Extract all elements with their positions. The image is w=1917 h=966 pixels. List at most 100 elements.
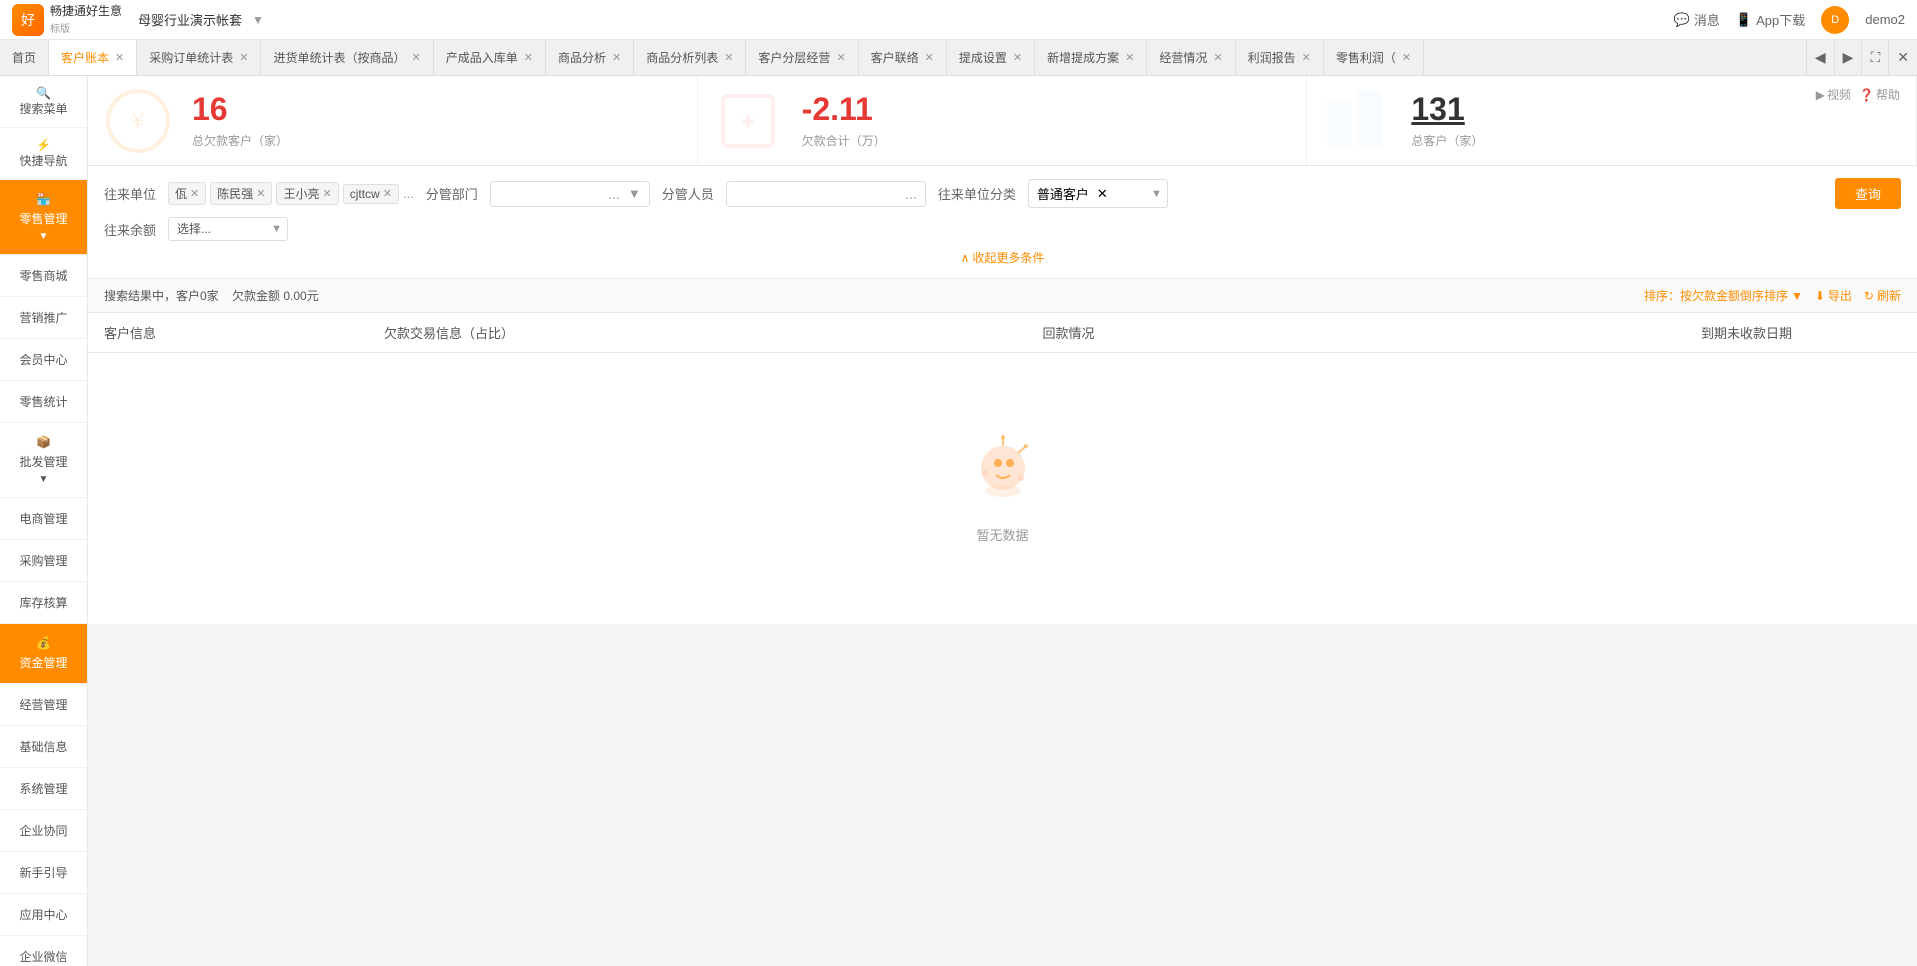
person-more-dots[interactable]: ...	[905, 186, 917, 202]
tab-product-analysis-close[interactable]: ✕	[612, 51, 621, 64]
sidebar-item-ecommerce-label: 电商管理	[19, 510, 67, 527]
help-btn[interactable]: ❓ 帮助	[1859, 86, 1900, 103]
col-due-date: 到期未收款日期	[1701, 323, 1901, 342]
tab-fullscreen-btn[interactable]: ⛶	[1861, 40, 1888, 76]
sidebar-item-retail[interactable]: 🏪 零售管理 ▼	[0, 180, 87, 255]
tab-customer-cost-close[interactable]: ✕	[115, 51, 124, 64]
message-btn[interactable]: 💬 消息	[1674, 10, 1720, 29]
tab-customer-tier-close[interactable]: ✕	[836, 51, 845, 64]
filter-tag-1[interactable]: 陈民强 ✕	[210, 182, 272, 205]
stat1-label: 总欠款客户（家）	[192, 132, 288, 149]
tab-customer-tier[interactable]: 客户分层经营 ✕	[746, 40, 858, 76]
help-icon: ❓	[1859, 88, 1874, 102]
sidebar-item-newbie-label: 新手引导	[19, 864, 67, 881]
dept-dropdown-icon: ▼	[628, 186, 641, 201]
tab-profit-report-close[interactable]: ✕	[1302, 51, 1311, 64]
filter-collapse-btn[interactable]: ∧ 收起更多条件	[961, 249, 1045, 266]
query-button[interactable]: 查询	[1835, 178, 1901, 209]
sidebar-item-finance[interactable]: 💰 资金管理	[0, 624, 87, 684]
tab-retail-profit[interactable]: 零售利润（ ✕	[1324, 40, 1424, 76]
sidebar-item-basic[interactable]: 基础信息	[0, 726, 87, 768]
category-clear[interactable]: ✕	[1097, 186, 1108, 202]
retail-arrow: ▼	[39, 231, 49, 242]
tab-product-inbound[interactable]: 产成品入库单 ✕	[434, 40, 546, 76]
tab-product-analysis[interactable]: 商品分析 ✕	[546, 40, 634, 76]
filter-tag-0-close[interactable]: ✕	[190, 187, 199, 200]
video-btn[interactable]: ▶ 视频	[1816, 86, 1851, 103]
tab-new-promote[interactable]: 新增提成方案 ✕	[1035, 40, 1147, 76]
sidebar-item-retail-stat[interactable]: 零售统计	[0, 381, 87, 423]
sidebar-item-inventory[interactable]: 库存核算	[0, 582, 87, 624]
sidebar-item-sys[interactable]: 系统管理	[0, 768, 87, 810]
refresh-icon: ↻	[1864, 289, 1874, 303]
account-dropdown[interactable]: 母婴行业演示帐套 ▼	[138, 10, 264, 29]
filter-tag-0[interactable]: 佤 ✕	[168, 182, 206, 205]
export-icon: ⬇	[1815, 289, 1825, 303]
filter-more-btn[interactable]: ...	[403, 186, 414, 201]
tab-purchase-order[interactable]: 采购订单统计表 ✕	[137, 40, 261, 76]
balance-select-wrap: 选择... ▼	[168, 217, 288, 241]
tab-customer-contact[interactable]: 客户联络 ✕	[859, 40, 947, 76]
person-label: 分管人员	[662, 184, 714, 203]
tab-customer-contact-close[interactable]: ✕	[925, 51, 934, 64]
tab-new-promote-close[interactable]: ✕	[1125, 51, 1134, 64]
category-input[interactable]: 普通客户 ✕ ▼	[1028, 179, 1168, 208]
video-icon: ▶	[1816, 88, 1825, 102]
filter-tag-1-close[interactable]: ✕	[256, 187, 265, 200]
main-layout: 🔍 搜索菜单 ⚡ 快捷导航 🏪 零售管理 ▼ 零售商城 营销推广 会员中心 零售…	[0, 76, 1917, 966]
sidebar-item-member[interactable]: 会员中心	[0, 339, 87, 381]
sidebar-item-newbie[interactable]: 新手引导	[0, 852, 87, 894]
tab-product-inbound-close[interactable]: ✕	[524, 51, 533, 64]
tab-purchase-stat[interactable]: 进货单统计表（按商品） ✕	[261, 40, 433, 76]
filter-tag-3-close[interactable]: ✕	[383, 187, 392, 200]
tab-purchase-stat-close[interactable]: ✕	[412, 51, 421, 64]
balance-select[interactable]: 选择...	[168, 217, 288, 241]
tab-home[interactable]: 首页	[0, 40, 49, 76]
sidebar-item-corp[interactable]: 企业协同	[0, 810, 87, 852]
dept-more-dots[interactable]: ...	[608, 186, 620, 202]
tab-prev-btn[interactable]: ◀	[1806, 40, 1834, 76]
tab-operations[interactable]: 经营情况 ✕	[1147, 40, 1235, 76]
tab-home-label: 首页	[12, 49, 36, 66]
person-input[interactable]: ...	[726, 181, 926, 207]
results-debt-text: 欠款金额 0.00元	[232, 289, 319, 303]
sort-text: 排序：按欠款金额倒序排序	[1644, 287, 1788, 304]
tab-profit-report[interactable]: 利润报告 ✕	[1236, 40, 1324, 76]
filter-tag-3[interactable]: cjttcw ✕	[343, 184, 399, 204]
dept-input[interactable]: ... ▼	[490, 181, 650, 207]
tab-next-btn[interactable]: ▶	[1834, 40, 1862, 76]
tab-retail-profit-close[interactable]: ✕	[1402, 51, 1411, 64]
tab-operations-close[interactable]: ✕	[1213, 51, 1222, 64]
sidebar-search-menu[interactable]: 🔍 搜索菜单	[0, 76, 87, 128]
sidebar-item-wecom[interactable]: 企业微信	[0, 936, 87, 966]
sidebar-item-ops[interactable]: 经营管理	[0, 684, 87, 726]
tab-product-analysis-list[interactable]: 商品分析列表 ✕	[634, 40, 746, 76]
tab-customer-cost[interactable]: 客户账本 ✕	[49, 40, 137, 76]
tab-product-analysis-list-close[interactable]: ✕	[724, 51, 733, 64]
sidebar-item-basic-label: 基础信息	[19, 738, 67, 755]
sidebar-item-appstore[interactable]: 应用中心	[0, 894, 87, 936]
tab-promote-settings[interactable]: 提成设置 ✕	[947, 40, 1035, 76]
top-bar: 好 畅捷通好生意 标版 母婴行业演示帐套 ▼ 💬 消息 📱 App下载 D de…	[0, 0, 1917, 40]
sidebar-item-purchase[interactable]: 采购管理	[0, 540, 87, 582]
export-btn[interactable]: ⬇ 导出	[1815, 287, 1852, 304]
filter-area: 往来单位 佤 ✕ 陈民强 ✕ 王小亮 ✕ cjttcw	[88, 166, 1917, 279]
tab-purchase-order-close[interactable]: ✕	[239, 51, 248, 64]
app-download-btn[interactable]: 📱 App下载	[1736, 10, 1805, 29]
sidebar-item-marketing[interactable]: 营销推广	[0, 297, 87, 339]
sidebar-quick-nav[interactable]: ⚡ 快捷导航	[0, 128, 87, 180]
refresh-btn[interactable]: ↻ 刷新	[1864, 287, 1901, 304]
quick-nav-icon: ⚡	[36, 138, 51, 152]
tab-close-all-btn[interactable]: ✕	[1888, 40, 1917, 76]
stats-row: ¥ 16 总欠款客户（家） ✚ -2.11 欠款合计（万）	[88, 76, 1917, 166]
tab-bar: 首页 客户账本 ✕ 采购订单统计表 ✕ 进货单统计表（按商品） ✕ 产成品入库单…	[0, 40, 1917, 76]
stat-total-all: 131 总客户（家） ▶ 视频 ❓ 帮助	[1307, 76, 1917, 165]
avatar[interactable]: D	[1821, 6, 1849, 34]
sidebar-item-retail-shop[interactable]: 零售商城	[0, 255, 87, 297]
filter-tag-2-close[interactable]: ✕	[323, 187, 332, 200]
filter-tag-2[interactable]: 王小亮 ✕	[276, 182, 338, 205]
logo-icon: 好	[12, 4, 44, 36]
tab-promote-settings-close[interactable]: ✕	[1013, 51, 1022, 64]
sidebar-item-wholesale[interactable]: 📦 批发管理 ▼	[0, 423, 87, 498]
sidebar-item-ecommerce[interactable]: 电商管理	[0, 498, 87, 540]
